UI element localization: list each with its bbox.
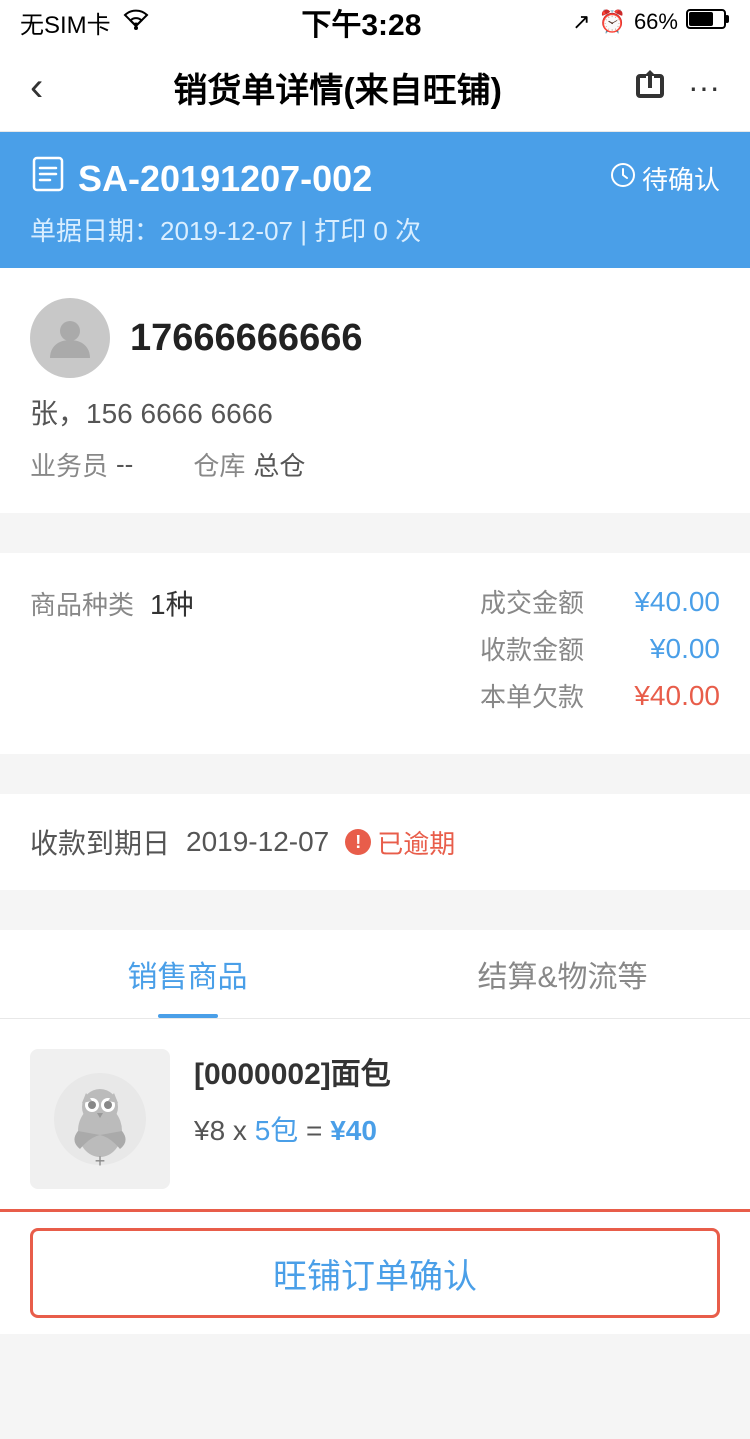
- summary-right: 成交金额 ¥40.00 收款金额 ¥0.00 本单欠款 ¥40.00: [480, 583, 720, 724]
- nav-icons: ···: [632, 66, 720, 110]
- battery-icon: [686, 8, 730, 36]
- divider-2: [0, 774, 750, 794]
- divider-1: [0, 533, 750, 553]
- customer-phone: 17666666666: [130, 317, 362, 360]
- location-icon: ↗: [572, 9, 590, 35]
- equals-text: =: [298, 1115, 330, 1146]
- customer-name: 张，156 6666 6666: [30, 392, 720, 432]
- tab-bar: 销售商品 结算&物流等: [0, 930, 750, 1019]
- due-date-value: 2019-12-07: [186, 826, 329, 858]
- salesman-field: 业务员 --: [30, 446, 133, 483]
- paid-amount-label: 收款金额: [480, 630, 584, 667]
- category-label: 商品种类: [30, 585, 134, 622]
- deal-amount-label: 成交金额: [480, 583, 584, 620]
- product-total: ¥40: [330, 1115, 377, 1146]
- owed-amount-row: 本单欠款 ¥40.00: [480, 677, 720, 714]
- warehouse-value: 总仓: [253, 446, 305, 483]
- customer-row: 17666666666: [30, 298, 720, 378]
- more-icon[interactable]: ···: [688, 69, 720, 106]
- carrier-text: 无SIM卡: [20, 5, 111, 40]
- order-status: 待确认: [610, 160, 720, 197]
- deal-amount-row: 成交金额 ¥40.00: [480, 583, 720, 620]
- order-date: 单据日期：2019-12-07 | 打印 0 次: [30, 211, 720, 248]
- tab-sales-product[interactable]: 销售商品: [0, 930, 375, 1018]
- product-name: [0000002]面包: [194, 1049, 720, 1093]
- owed-amount-value: ¥40.00: [600, 680, 720, 712]
- order-icon: [30, 156, 66, 201]
- product-thumbnail: +: [30, 1049, 170, 1189]
- deal-amount-value: ¥40.00: [600, 586, 720, 618]
- product-list: + [0000002]面包 ¥8 x 5包 = ¥40: [0, 1019, 750, 1219]
- customer-meta: 业务员 -- 仓库 总仓: [30, 446, 720, 483]
- tab-underline: [158, 1014, 218, 1018]
- order-id-row: SA-20191207-002 待确认: [30, 156, 720, 201]
- divider-3: [0, 910, 750, 930]
- status-left: 无SIM卡: [20, 5, 151, 40]
- paid-amount-row: 收款金额 ¥0.00: [480, 630, 720, 667]
- status-time: 下午3:28: [301, 0, 421, 44]
- overdue-badge: ! 已逾期: [345, 824, 455, 861]
- overdue-text: 已逾期: [377, 824, 455, 861]
- summary-left: 商品种类 1种: [30, 583, 194, 623]
- owed-amount-label: 本单欠款: [480, 677, 584, 714]
- due-date-card: 收款到期日 2019-12-07 ! 已逾期: [0, 794, 750, 890]
- product-qty: 5包: [255, 1115, 299, 1146]
- order-header: SA-20191207-002 待确认 单据日期：2019-12-07 | 打印…: [0, 132, 750, 268]
- customer-card: 17666666666 张，156 6666 6666 业务员 -- 仓库 总仓: [0, 268, 750, 513]
- paid-amount-value: ¥0.00: [600, 633, 720, 665]
- wifi-icon: [121, 8, 151, 37]
- order-id: SA-20191207-002: [30, 156, 372, 201]
- confirm-order-button[interactable]: 旺铺订单确认: [30, 1228, 720, 1318]
- warehouse-label: 仓库: [193, 446, 245, 483]
- salesman-label: 业务员: [30, 446, 108, 483]
- bottom-bar: 旺铺订单确认: [0, 1209, 750, 1334]
- overdue-icon: !: [345, 829, 371, 855]
- product-price: ¥8 x 5包 = ¥40: [194, 1109, 720, 1149]
- status-right: ↗ ⏰ 66%: [572, 8, 730, 36]
- nav-bar: ‹ 销货单详情(来自旺铺) ···: [0, 44, 750, 132]
- price-text: ¥8 x: [194, 1115, 255, 1146]
- svg-text:+: +: [95, 1151, 106, 1169]
- alarm-icon: ⏰: [599, 9, 626, 35]
- due-date-label: 收款到期日: [30, 822, 170, 862]
- avatar: [30, 298, 110, 378]
- tab-settlement[interactable]: 结算&物流等: [375, 930, 750, 1018]
- summary-card: 商品种类 1种 成交金额 ¥40.00 收款金额 ¥0.00 本单欠款 ¥40.…: [0, 553, 750, 754]
- status-bar: 无SIM卡 下午3:28 ↗ ⏰ 66%: [0, 0, 750, 44]
- clock-icon: [610, 162, 636, 195]
- salesman-value: --: [116, 449, 133, 480]
- back-button[interactable]: ‹: [30, 65, 43, 110]
- page-title: 销货单详情(来自旺铺): [173, 63, 502, 112]
- share-icon[interactable]: [632, 66, 668, 110]
- category-value: 1种: [150, 583, 194, 623]
- battery-text: 66%: [634, 9, 678, 35]
- warehouse-field: 仓库 总仓: [193, 446, 305, 483]
- product-info: [0000002]面包 ¥8 x 5包 = ¥40: [194, 1049, 720, 1149]
